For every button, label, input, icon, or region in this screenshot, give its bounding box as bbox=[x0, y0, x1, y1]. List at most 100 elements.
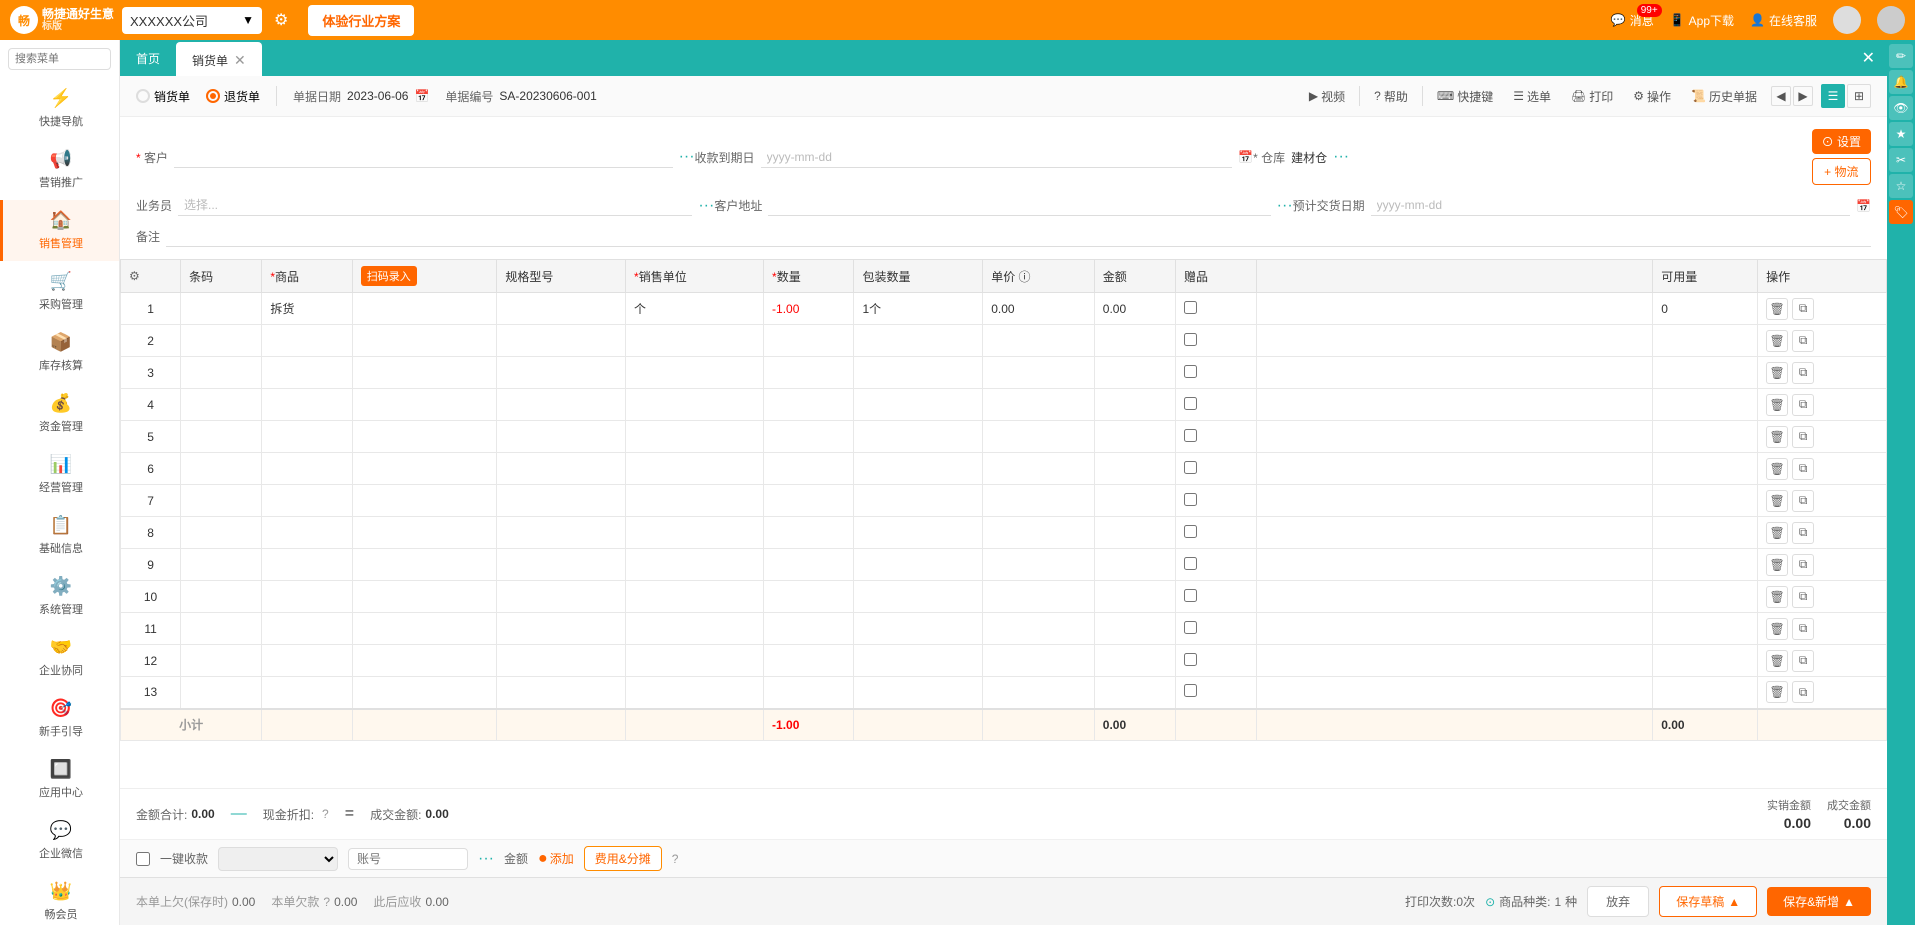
gift-checkbox[interactable] bbox=[1184, 461, 1197, 474]
copy-row-button[interactable]: ⧉ bbox=[1792, 586, 1814, 608]
row-amount[interactable] bbox=[1094, 613, 1175, 645]
trial-button[interactable]: 体验行业方案 bbox=[308, 5, 414, 36]
row-price[interactable] bbox=[983, 389, 1095, 421]
row-product[interactable] bbox=[262, 645, 352, 677]
row-spec[interactable] bbox=[497, 677, 626, 709]
row-barcode[interactable] bbox=[181, 549, 262, 581]
tab-home[interactable]: 首页 bbox=[120, 40, 176, 76]
select-order-button[interactable]: ☰ 选单 bbox=[1507, 86, 1557, 107]
shortcut-button[interactable]: ⌨ 快捷键 bbox=[1431, 86, 1499, 107]
row-product[interactable] bbox=[262, 485, 352, 517]
row-spec[interactable] bbox=[497, 549, 626, 581]
row-gift[interactable] bbox=[1175, 453, 1256, 485]
th-scan[interactable]: 扫码录入 bbox=[352, 260, 497, 293]
scan-button[interactable]: 扫码录入 bbox=[361, 266, 417, 286]
next-arrow[interactable]: ▶ bbox=[1793, 86, 1813, 106]
row-pkg-qty[interactable] bbox=[854, 485, 983, 517]
row-product[interactable] bbox=[262, 389, 352, 421]
row-unit[interactable] bbox=[626, 485, 764, 517]
row-spec[interactable] bbox=[497, 357, 626, 389]
gift-checkbox[interactable] bbox=[1184, 493, 1197, 506]
delete-row-button[interactable]: 🗑 bbox=[1766, 522, 1788, 544]
sidebar-item-member[interactable]: 👑 畅会员 bbox=[0, 871, 119, 925]
copy-row-button[interactable]: ⧉ bbox=[1792, 394, 1814, 416]
row-gift[interactable] bbox=[1175, 549, 1256, 581]
search-input[interactable] bbox=[8, 48, 111, 70]
row-barcode[interactable] bbox=[181, 325, 262, 357]
row-pkg-qty[interactable] bbox=[854, 549, 983, 581]
gift-checkbox[interactable] bbox=[1184, 684, 1197, 697]
th-gear[interactable]: ⚙ bbox=[121, 260, 181, 293]
grid-view-button[interactable]: ⊞ bbox=[1847, 84, 1871, 108]
row-spec[interactable] bbox=[497, 325, 626, 357]
right-panel-btn-6[interactable]: ☆ bbox=[1889, 174, 1913, 198]
row-unit[interactable] bbox=[626, 421, 764, 453]
address-dots-button[interactable]: ··· bbox=[1277, 197, 1293, 215]
payment-help-icon[interactable]: ? bbox=[672, 852, 679, 866]
row-qty[interactable] bbox=[764, 357, 854, 389]
row-gift[interactable] bbox=[1175, 581, 1256, 613]
copy-row-button[interactable]: ⧉ bbox=[1792, 490, 1814, 512]
sidebar-item-basic[interactable]: 📋 基础信息 bbox=[0, 505, 119, 566]
customer-input[interactable] bbox=[174, 147, 673, 168]
copy-row-button[interactable]: ⧉ bbox=[1792, 554, 1814, 576]
row-barcode[interactable] bbox=[181, 613, 262, 645]
settings-button[interactable]: ⊙ 设置 bbox=[1812, 129, 1871, 154]
row-pkg-qty[interactable] bbox=[854, 325, 983, 357]
row-product[interactable] bbox=[262, 453, 352, 485]
row-spec[interactable] bbox=[497, 421, 626, 453]
row-pkg-qty[interactable] bbox=[854, 389, 983, 421]
row-qty[interactable] bbox=[764, 613, 854, 645]
row-spec[interactable] bbox=[497, 453, 626, 485]
row-unit[interactable] bbox=[626, 389, 764, 421]
row-gift[interactable] bbox=[1175, 357, 1256, 389]
row-qty[interactable] bbox=[764, 645, 854, 677]
row-amount[interactable] bbox=[1094, 485, 1175, 517]
row-amount[interactable] bbox=[1094, 645, 1175, 677]
payment-method-select[interactable] bbox=[218, 847, 338, 871]
row-amount[interactable]: 0.00 bbox=[1094, 293, 1175, 325]
row-amount[interactable] bbox=[1094, 357, 1175, 389]
delete-row-button[interactable]: 🗑 bbox=[1766, 681, 1788, 703]
row-price[interactable] bbox=[983, 549, 1095, 581]
copy-row-button[interactable]: ⧉ bbox=[1792, 458, 1814, 480]
right-panel-btn-5[interactable]: ✂ bbox=[1889, 148, 1913, 172]
row-product[interactable] bbox=[262, 581, 352, 613]
overdue-help-icon[interactable]: ? bbox=[323, 895, 330, 909]
due-date-input[interactable] bbox=[761, 147, 1233, 168]
row-amount[interactable] bbox=[1094, 677, 1175, 709]
salesperson-dots-button[interactable]: ··· bbox=[698, 197, 714, 215]
delete-row-button[interactable]: 🗑 bbox=[1766, 298, 1788, 320]
row-unit[interactable] bbox=[626, 645, 764, 677]
right-panel-btn-7[interactable]: 🏷 bbox=[1889, 200, 1913, 224]
row-pkg-qty[interactable] bbox=[854, 613, 983, 645]
sidebar-item-operation[interactable]: 📊 经营管理 bbox=[0, 444, 119, 505]
row-qty[interactable] bbox=[764, 677, 854, 709]
row-gift[interactable] bbox=[1175, 645, 1256, 677]
row-barcode[interactable] bbox=[181, 485, 262, 517]
delete-row-button[interactable]: 🗑 bbox=[1766, 330, 1788, 352]
company-selector[interactable]: XXXXXX公司 ▼ bbox=[122, 7, 262, 34]
delete-row-button[interactable]: 🗑 bbox=[1766, 394, 1788, 416]
row-unit[interactable] bbox=[626, 357, 764, 389]
logistics-button[interactable]: + 物流 bbox=[1812, 158, 1871, 185]
row-price[interactable] bbox=[983, 485, 1095, 517]
sidebar-item-marketing[interactable]: 📢 营销推广 bbox=[0, 139, 119, 200]
row-product[interactable] bbox=[262, 549, 352, 581]
row-barcode[interactable] bbox=[181, 421, 262, 453]
row-barcode[interactable] bbox=[181, 389, 262, 421]
row-amount[interactable] bbox=[1094, 549, 1175, 581]
row-unit[interactable] bbox=[626, 325, 764, 357]
row-price[interactable] bbox=[983, 453, 1095, 485]
sidebar-item-newbie[interactable]: 🎯 新手引导 bbox=[0, 688, 119, 749]
row-price[interactable] bbox=[983, 645, 1095, 677]
row-qty[interactable] bbox=[764, 549, 854, 581]
right-panel-btn-4[interactable]: ★ bbox=[1889, 122, 1913, 146]
row-price[interactable] bbox=[983, 581, 1095, 613]
copy-row-button[interactable]: ⧉ bbox=[1792, 650, 1814, 672]
row-pkg-qty[interactable] bbox=[854, 645, 983, 677]
sidebar-item-enterprise[interactable]: 🤝 企业协同 bbox=[0, 627, 119, 688]
gift-checkbox[interactable] bbox=[1184, 365, 1197, 378]
fee-button[interactable]: 费用&分摊 bbox=[584, 846, 662, 871]
delivery-date-input[interactable] bbox=[1371, 195, 1850, 216]
